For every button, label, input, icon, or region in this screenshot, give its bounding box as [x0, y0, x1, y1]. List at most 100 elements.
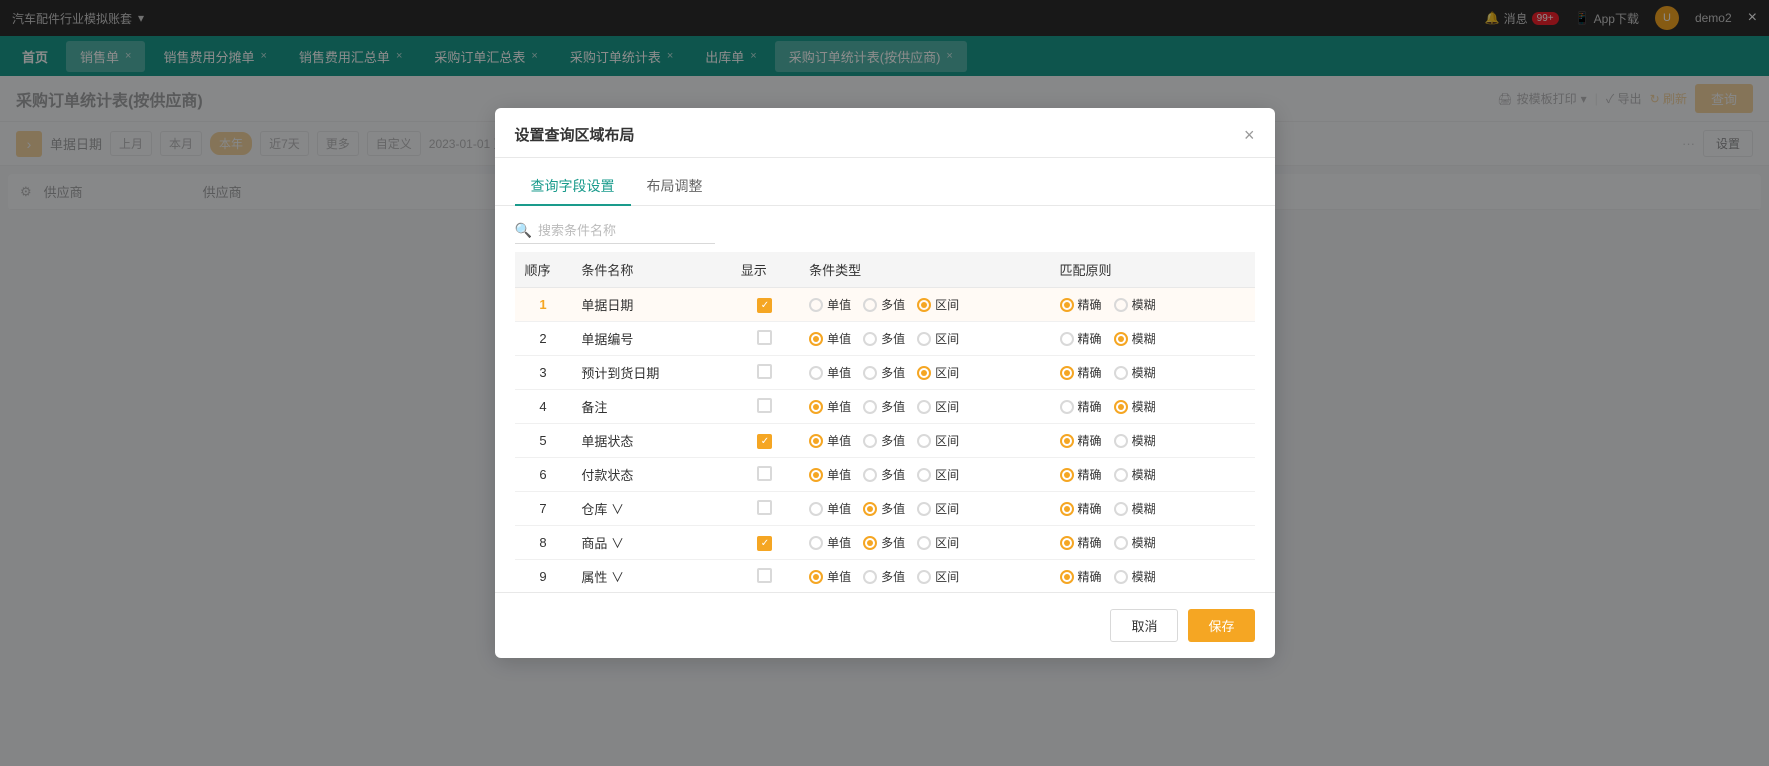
display-checkbox[interactable]	[757, 466, 772, 481]
display-checkbox[interactable]	[757, 298, 772, 313]
display-checkbox[interactable]	[757, 364, 772, 379]
cell-match[interactable]: 精确模糊	[1050, 424, 1255, 458]
radio-match-exact[interactable]: 精确	[1060, 500, 1102, 517]
radio-circle-single	[809, 298, 823, 312]
cell-display[interactable]	[731, 356, 799, 390]
cell-type[interactable]: 单值多值区间	[799, 458, 1049, 492]
radio-type-range[interactable]: 区间	[917, 364, 959, 381]
table-row: 1单据日期单值多值区间精确模糊	[515, 288, 1255, 322]
cell-match[interactable]: 精确模糊	[1050, 288, 1255, 322]
radio-type-range[interactable]: 区间	[917, 534, 959, 551]
display-checkbox[interactable]	[757, 568, 772, 583]
cell-order: 3	[515, 356, 572, 390]
radio-match-fuzzy[interactable]: 模糊	[1114, 398, 1156, 415]
display-checkbox[interactable]	[757, 536, 772, 551]
radio-match-exact[interactable]: 精确	[1060, 432, 1102, 449]
radio-circle-single	[809, 502, 823, 516]
radio-type-range[interactable]: 区间	[917, 330, 959, 347]
radio-type-multi[interactable]: 多值	[863, 364, 905, 381]
cell-type[interactable]: 单值多值区间	[799, 322, 1049, 356]
cell-type[interactable]: 单值多值区间	[799, 526, 1049, 560]
cell-match[interactable]: 精确模糊	[1050, 560, 1255, 593]
display-checkbox[interactable]	[757, 398, 772, 413]
cell-type[interactable]: 单值多值区间	[799, 492, 1049, 526]
cell-match[interactable]: 精确模糊	[1050, 356, 1255, 390]
cell-name: 单据日期	[571, 288, 730, 322]
radio-type-single[interactable]: 单值	[809, 466, 851, 483]
cell-display[interactable]	[731, 390, 799, 424]
radio-match-exact[interactable]: 精确	[1060, 364, 1102, 381]
cell-match[interactable]: 精确模糊	[1050, 526, 1255, 560]
radio-type-range[interactable]: 区间	[917, 568, 959, 585]
cancel-btn[interactable]: 取消	[1110, 609, 1178, 642]
cell-display[interactable]	[731, 424, 799, 458]
cell-display[interactable]	[731, 560, 799, 593]
radio-circle-match-fuzzy	[1114, 298, 1128, 312]
radio-type-range[interactable]: 区间	[917, 466, 959, 483]
display-checkbox[interactable]	[757, 500, 772, 515]
cell-display[interactable]	[731, 458, 799, 492]
radio-type-single[interactable]: 单值	[809, 500, 851, 517]
display-checkbox[interactable]	[757, 434, 772, 449]
cell-type[interactable]: 单值多值区间	[799, 288, 1049, 322]
radio-type-multi[interactable]: 多值	[863, 500, 905, 517]
cell-display[interactable]	[731, 322, 799, 356]
cell-order: 9	[515, 560, 572, 593]
radio-match-exact[interactable]: 精确	[1060, 466, 1102, 483]
radio-type-multi[interactable]: 多值	[863, 330, 905, 347]
modal-close-btn[interactable]: ×	[1244, 126, 1255, 144]
radio-type-single[interactable]: 单值	[809, 398, 851, 415]
radio-type-multi[interactable]: 多值	[863, 466, 905, 483]
radio-circle-multi	[863, 536, 877, 550]
radio-match-fuzzy[interactable]: 模糊	[1114, 466, 1156, 483]
radio-type-multi[interactable]: 多值	[863, 296, 905, 313]
radio-type-multi[interactable]: 多值	[863, 432, 905, 449]
table-row: 6付款状态单值多值区间精确模糊	[515, 458, 1255, 492]
radio-type-range[interactable]: 区间	[917, 296, 959, 313]
cell-display[interactable]	[731, 526, 799, 560]
cell-match[interactable]: 精确模糊	[1050, 492, 1255, 526]
cell-type[interactable]: 单值多值区间	[799, 560, 1049, 593]
radio-type-range[interactable]: 区间	[917, 398, 959, 415]
radio-type-single[interactable]: 单值	[809, 364, 851, 381]
radio-match-fuzzy[interactable]: 模糊	[1114, 500, 1156, 517]
cell-type[interactable]: 单值多值区间	[799, 356, 1049, 390]
radio-match-fuzzy[interactable]: 模糊	[1114, 568, 1156, 585]
radio-type-single[interactable]: 单值	[809, 330, 851, 347]
radio-type-single[interactable]: 单值	[809, 568, 851, 585]
radio-match-fuzzy[interactable]: 模糊	[1114, 534, 1156, 551]
radio-match-exact[interactable]: 精确	[1060, 296, 1102, 313]
radio-match-exact[interactable]: 精确	[1060, 398, 1102, 415]
save-btn[interactable]: 保存	[1188, 609, 1254, 642]
radio-match-fuzzy[interactable]: 模糊	[1114, 432, 1156, 449]
search-input[interactable]	[538, 223, 698, 238]
cell-display[interactable]	[731, 288, 799, 322]
radio-circle-single	[809, 332, 823, 346]
modal-tab-layout[interactable]: 布局调整	[631, 168, 719, 206]
radio-type-multi[interactable]: 多值	[863, 398, 905, 415]
radio-match-exact[interactable]: 精确	[1060, 534, 1102, 551]
radio-type-multi[interactable]: 多值	[863, 534, 905, 551]
display-checkbox[interactable]	[757, 330, 772, 345]
radio-match-fuzzy[interactable]: 模糊	[1114, 364, 1156, 381]
radio-type-multi[interactable]: 多值	[863, 568, 905, 585]
radio-match-fuzzy[interactable]: 模糊	[1114, 330, 1156, 347]
radio-circle-match-fuzzy	[1114, 536, 1128, 550]
radio-circle-match-exact	[1060, 434, 1074, 448]
cell-type[interactable]: 单值多值区间	[799, 424, 1049, 458]
cell-match[interactable]: 精确模糊	[1050, 322, 1255, 356]
cell-match[interactable]: 精确模糊	[1050, 390, 1255, 424]
radio-type-range[interactable]: 区间	[917, 432, 959, 449]
radio-type-single[interactable]: 单值	[809, 296, 851, 313]
modal-tab-fields[interactable]: 查询字段设置	[515, 168, 631, 206]
cell-type[interactable]: 单值多值区间	[799, 390, 1049, 424]
radio-match-exact[interactable]: 精确	[1060, 568, 1102, 585]
radio-circle-range	[917, 332, 931, 346]
radio-type-single[interactable]: 单值	[809, 534, 851, 551]
radio-type-single[interactable]: 单值	[809, 432, 851, 449]
cell-display[interactable]	[731, 492, 799, 526]
radio-match-exact[interactable]: 精确	[1060, 330, 1102, 347]
radio-match-fuzzy[interactable]: 模糊	[1114, 296, 1156, 313]
cell-match[interactable]: 精确模糊	[1050, 458, 1255, 492]
radio-type-range[interactable]: 区间	[917, 500, 959, 517]
